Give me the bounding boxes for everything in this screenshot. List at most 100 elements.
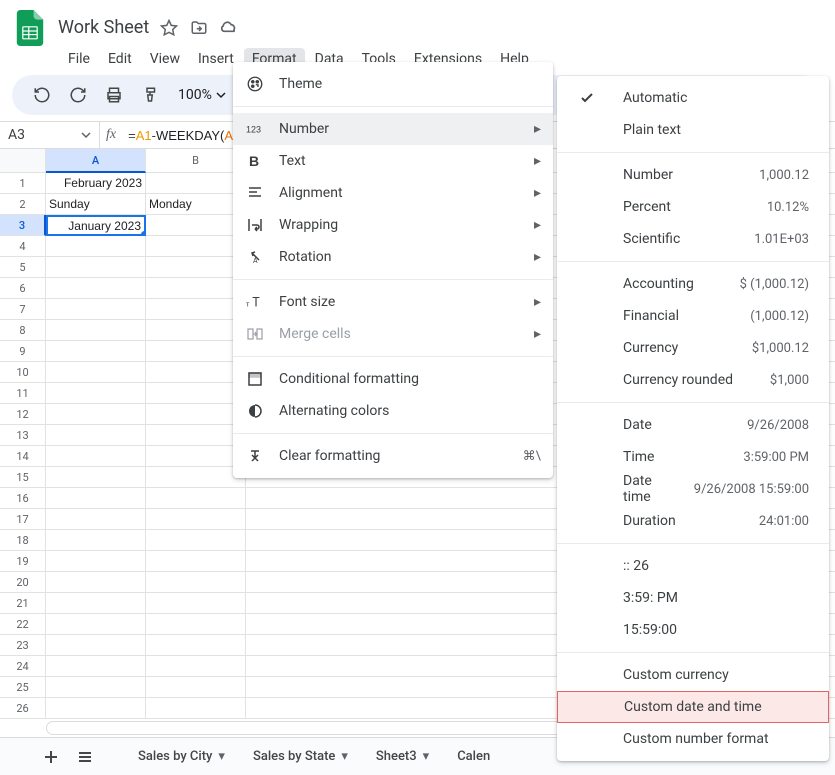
cell[interactable]: [46, 320, 146, 341]
format-clear[interactable]: Clear formatting ⌘\: [233, 440, 553, 472]
format-wrapping[interactable]: Wrapping ▸: [233, 209, 553, 241]
number-custom-2[interactable]: 3:59: PM: [557, 582, 829, 614]
cell[interactable]: [46, 278, 146, 299]
row-header[interactable]: 24: [0, 656, 46, 677]
number-automatic[interactable]: Automatic: [557, 82, 829, 114]
redo-icon[interactable]: [64, 81, 92, 109]
cell[interactable]: [46, 467, 146, 488]
menu-view[interactable]: View: [142, 48, 188, 70]
cell[interactable]: [46, 383, 146, 404]
cell[interactable]: [46, 341, 146, 362]
cell[interactable]: [46, 257, 146, 278]
number-date[interactable]: Date 9/26/2008: [557, 409, 829, 441]
number-number[interactable]: Number 1,000.12: [557, 159, 829, 191]
cell[interactable]: [146, 320, 246, 341]
row-header[interactable]: 10: [0, 362, 46, 383]
row-header[interactable]: 15: [0, 467, 46, 488]
row-header[interactable]: 2: [0, 194, 46, 215]
cell[interactable]: [46, 656, 146, 677]
cell[interactable]: [146, 593, 246, 614]
col-header[interactable]: A: [46, 149, 146, 173]
cell[interactable]: [146, 551, 246, 572]
row-header[interactable]: 26: [0, 698, 46, 719]
cell[interactable]: [146, 656, 246, 677]
cell[interactable]: [46, 677, 146, 698]
number-time[interactable]: Time 3:59:00 PM: [557, 441, 829, 473]
number-custom-3[interactable]: 15:59:00: [557, 614, 829, 646]
cell[interactable]: [146, 488, 246, 509]
cell[interactable]: [46, 551, 146, 572]
col-header[interactable]: B: [146, 149, 246, 173]
cell[interactable]: Monday: [146, 194, 246, 215]
sheet-tab[interactable]: Sheet3▾: [364, 741, 441, 773]
row-header[interactable]: 13: [0, 425, 46, 446]
cell[interactable]: [146, 215, 246, 236]
cell[interactable]: [46, 572, 146, 593]
number-scientific[interactable]: Scientific 1.01E+03: [557, 223, 829, 255]
doc-title[interactable]: Work Sheet: [58, 17, 149, 38]
cell[interactable]: [46, 425, 146, 446]
cell[interactable]: [146, 614, 246, 635]
menu-file[interactable]: File: [60, 48, 98, 70]
format-alternating[interactable]: Alternating colors: [233, 395, 553, 427]
row-header[interactable]: 8: [0, 320, 46, 341]
cell[interactable]: [46, 446, 146, 467]
number-custom-date-time[interactable]: Custom date and time: [557, 691, 829, 723]
cell[interactable]: [146, 467, 246, 488]
row-header[interactable]: 22: [0, 614, 46, 635]
sheet-tab[interactable]: Sales by State▾: [241, 741, 360, 773]
cell[interactable]: [146, 530, 246, 551]
cell[interactable]: [46, 299, 146, 320]
cell-selected[interactable]: January 2023: [46, 215, 146, 236]
cell[interactable]: [46, 698, 146, 719]
cell[interactable]: [146, 509, 246, 530]
cell[interactable]: [46, 404, 146, 425]
cell[interactable]: [46, 530, 146, 551]
row-header[interactable]: 21: [0, 593, 46, 614]
cell[interactable]: [146, 425, 246, 446]
row-header[interactable]: 7: [0, 299, 46, 320]
star-icon[interactable]: [159, 18, 179, 38]
cell[interactable]: [46, 593, 146, 614]
name-box[interactable]: A3: [0, 122, 100, 148]
zoom-select[interactable]: 100%: [172, 87, 232, 103]
format-theme[interactable]: Theme: [233, 68, 553, 100]
cell[interactable]: [146, 299, 246, 320]
cell[interactable]: [46, 362, 146, 383]
cloud-icon[interactable]: [219, 18, 239, 38]
undo-icon[interactable]: [28, 81, 56, 109]
format-text[interactable]: B Text ▸: [233, 145, 553, 177]
sheets-logo[interactable]: [12, 10, 48, 46]
cell[interactable]: [146, 341, 246, 362]
cell[interactable]: Sunday: [46, 194, 146, 215]
format-font-size[interactable]: тT Font size ▸: [233, 286, 553, 318]
cell[interactable]: [146, 404, 246, 425]
cell[interactable]: [46, 488, 146, 509]
select-all-corner[interactable]: [0, 149, 46, 173]
all-sheets-icon[interactable]: [70, 742, 100, 772]
row-header[interactable]: 12: [0, 404, 46, 425]
number-accounting[interactable]: Accounting $ (1,000.12): [557, 268, 829, 300]
sheet-tab[interactable]: Calen: [445, 741, 502, 773]
row-header[interactable]: 25: [0, 677, 46, 698]
row-header[interactable]: 4: [0, 236, 46, 257]
row-header[interactable]: 6: [0, 278, 46, 299]
number-currency-rounded[interactable]: Currency rounded $1,000: [557, 364, 829, 396]
cell[interactable]: [146, 383, 246, 404]
number-duration[interactable]: Duration 24:01:00: [557, 505, 829, 537]
cell[interactable]: [146, 572, 246, 593]
move-icon[interactable]: [189, 18, 209, 38]
print-icon[interactable]: [100, 81, 128, 109]
format-number[interactable]: 123 Number ▸: [233, 113, 553, 145]
row-header[interactable]: 20: [0, 572, 46, 593]
number-custom-currency[interactable]: Custom currency: [557, 659, 829, 691]
row-header[interactable]: 23: [0, 635, 46, 656]
number-currency[interactable]: Currency $1,000.12: [557, 332, 829, 364]
number-financial[interactable]: Financial (1,000.12): [557, 300, 829, 332]
row-header[interactable]: 14: [0, 446, 46, 467]
row-header[interactable]: 3: [0, 215, 46, 236]
number-plain-text[interactable]: Plain text: [557, 114, 829, 146]
cell[interactable]: [146, 635, 246, 656]
row-header[interactable]: 18: [0, 530, 46, 551]
sheet-tab[interactable]: Sales by City▾: [126, 741, 237, 773]
